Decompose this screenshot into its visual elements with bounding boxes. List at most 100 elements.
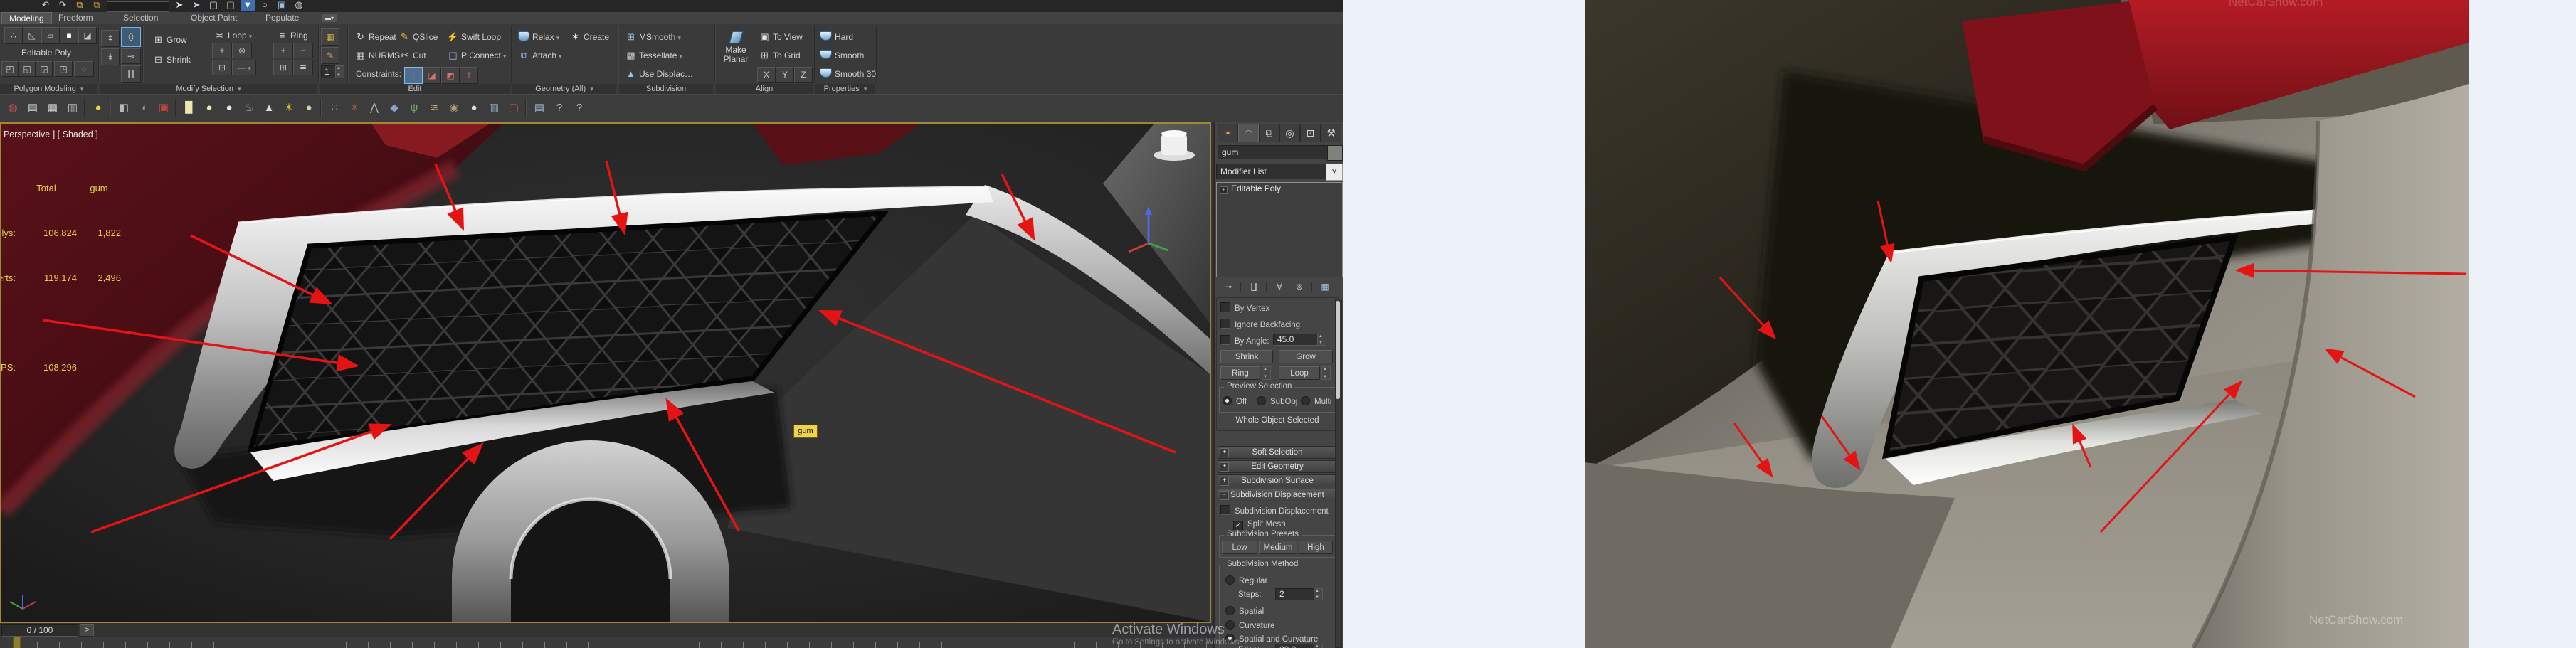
tab-modify-icon[interactable]: ◠ — [1238, 124, 1259, 142]
render-presets-icon[interactable]: ▥ — [64, 100, 81, 117]
soft-selection-glow-icon[interactable]: ◌ — [74, 61, 94, 77]
show-end-result-button[interactable]: ∐ — [1245, 280, 1263, 294]
p-connect-button[interactable]: ◫ P Connect ▾ — [447, 48, 506, 63]
chart-icon[interactable]: ▥ — [485, 100, 502, 117]
cut-button[interactable]: ✂ Cut — [398, 48, 426, 63]
swift-loop-button[interactable]: ⚡ Swift Loop — [447, 30, 501, 44]
balloons-icon[interactable]: ✳ — [346, 100, 363, 117]
loop-button[interactable]: ≍ Loop ▾ — [213, 28, 252, 43]
track-bar[interactable] — [0, 637, 1211, 648]
steps-spinner[interactable] — [1314, 588, 1323, 600]
align-y-button[interactable]: Y — [776, 67, 794, 83]
teapot-icon[interactable]: ♨ — [241, 100, 258, 117]
preview-subobj-radio[interactable]: SubObj — [1257, 396, 1297, 408]
fur-icon[interactable]: ◉ — [445, 100, 463, 117]
constraint-normal-icon[interactable]: ↥ — [460, 67, 478, 84]
ring-mode-icon[interactable]: ≣ — [293, 60, 313, 75]
msmooth-button[interactable]: ⊞ MSmooth ▾ — [625, 30, 681, 44]
smooth-button[interactable]: Smooth — [820, 48, 864, 63]
tab-utilities-icon[interactable]: ⚒ — [1321, 124, 1341, 142]
pin-stack-button[interactable]: ⊸ — [1219, 280, 1237, 294]
relax-button[interactable]: Relax ▾ — [518, 30, 559, 44]
sun-icon[interactable]: ☀ — [280, 100, 297, 117]
grow-button[interactable]: ⊞ Grow — [152, 33, 187, 47]
tab-object-paint[interactable]: Object Paint — [184, 12, 244, 24]
by-angle-checkbox[interactable]: By Angle: — [1220, 335, 1269, 347]
scale-tool-icon[interactable]: ▣ — [275, 0, 289, 11]
panel-scrollbar[interactable] — [1335, 299, 1342, 648]
vertex-subobject-icon[interactable]: ∴ — [4, 27, 23, 44]
align-z-button[interactable]: Z — [794, 67, 813, 83]
panel-scrollbar-thumb[interactable] — [1336, 301, 1340, 399]
help-icon[interactable]: ? — [551, 100, 568, 117]
configure-modifier-sets-button[interactable]: ▦ — [1316, 280, 1334, 294]
lock-selection-icon[interactable]: ▦ — [321, 28, 339, 46]
stack-item-editable-poly[interactable]: + Editable Poly — [1217, 183, 1342, 195]
panel-label-subdivision[interactable]: Subdivision — [619, 84, 713, 94]
ring-button-panel[interactable]: Ring — [1220, 366, 1260, 380]
tab-hierarchy-icon[interactable]: ⧉ — [1259, 124, 1279, 142]
dot-ring-icon[interactable]: ⊞ — [273, 60, 293, 75]
tab-display-icon[interactable]: ⊡ — [1300, 124, 1321, 142]
object-name-field[interactable]: gum — [1218, 145, 1328, 159]
to-view-button[interactable]: ▣ To View — [759, 30, 802, 44]
smooth-30-button[interactable]: Smooth 30 — [820, 67, 876, 81]
selection-filter-field[interactable] — [107, 1, 169, 12]
sphere-icon[interactable]: ● — [465, 100, 482, 117]
rendered-frame-icon[interactable]: ▦ — [44, 100, 61, 117]
tab-modeling[interactable]: Modeling — [1, 12, 52, 25]
panel-label-polygon-modeling[interactable]: Polygon Modeling ▾ — [0, 84, 97, 94]
ring-shrink-icon[interactable]: − — [293, 43, 313, 58]
ref-coord-icon[interactable]: ◍ — [292, 0, 306, 11]
panel-label-properties[interactable]: Properties ▾ — [815, 84, 875, 94]
to-grid-button[interactable]: ⊞ To Grid — [759, 48, 801, 63]
rain-particles-icon[interactable]: ⁙ — [326, 100, 343, 117]
material-editor-icon[interactable]: ◍ — [4, 100, 21, 117]
window-crossing-icon[interactable]: ▢ — [223, 0, 238, 11]
link-icon[interactable]: ⧉ — [73, 0, 87, 11]
constraint-none-icon[interactable]: ⊥ — [404, 67, 423, 84]
subdivision-displacement-checkbox[interactable]: Subdivision Displacement — [1220, 505, 1329, 517]
modifier-stack[interactable]: + Editable Poly — [1216, 182, 1343, 277]
grow-button-panel[interactable]: Grow — [1279, 350, 1333, 363]
tessellate-button[interactable]: ▩ Tessellate ▾ — [625, 48, 682, 63]
select-object-icon[interactable]: ➤ — [172, 0, 186, 11]
ring-grow-icon[interactable]: + — [273, 43, 293, 58]
unlink-icon[interactable]: ⧉ — [90, 0, 104, 11]
object-color-swatch[interactable] — [1327, 145, 1343, 161]
ring-spinner[interactable] — [1262, 366, 1271, 380]
edge-spinner[interactable] — [1314, 644, 1323, 648]
rollout-subdivision-displacement[interactable]: - Subdivision Displacement — [1218, 489, 1337, 501]
steps-field[interactable]: 2 — [1275, 588, 1316, 600]
rock-icon[interactable]: ◆ — [386, 100, 403, 117]
show-end-result-lamp-icon[interactable]: ⬯ — [121, 27, 141, 47]
cone-icon[interactable]: ▲ — [260, 100, 278, 117]
qslice-button[interactable]: ✎ QSlice — [398, 30, 438, 44]
preset-low-button[interactable]: Low — [1222, 541, 1257, 554]
region-render-icon[interactable]: ▢ — [505, 100, 522, 117]
move-tool-icon[interactable]: ▼ — [241, 0, 255, 11]
flask-icon[interactable]: ∐ — [121, 65, 141, 83]
rollout-edit-geometry[interactable]: + Edit Geometry — [1218, 460, 1337, 473]
constraint-face-icon[interactable]: ◩ — [441, 67, 460, 84]
by-vertex-checkbox[interactable]: By Vertex — [1220, 302, 1269, 314]
schematic-list-icon[interactable]: ▤ — [531, 100, 548, 117]
select-region-icon[interactable]: ▢ — [206, 0, 221, 11]
modify-mode-icon[interactable]: ◰ — [1, 61, 19, 77]
ring-button[interactable]: ≡ Ring — [276, 28, 308, 43]
antenna-icon[interactable]: ⋀ — [366, 100, 383, 117]
tutorials-help-icon[interactable]: ? — [571, 100, 588, 117]
polygon-subobject-icon[interactable]: ■ — [60, 27, 78, 44]
hard-button[interactable]: Hard — [820, 30, 853, 44]
frame-marker[interactable] — [13, 637, 21, 648]
select-mode-icon[interactable]: ◲ — [36, 61, 53, 77]
loop-grow-icon[interactable]: + — [212, 43, 232, 58]
constraint-edge-icon[interactable]: ◪ — [423, 67, 441, 84]
loop-button-panel[interactable]: Loop — [1279, 366, 1320, 380]
egg-icon[interactable]: ● — [300, 100, 317, 117]
create-button[interactable]: ✶ Create — [569, 30, 609, 44]
preset-medium-button[interactable]: Medium — [1259, 541, 1297, 554]
shrink-button-panel[interactable]: Shrink — [1220, 350, 1273, 363]
shrink-button[interactable]: ⊟ Shrink — [152, 53, 191, 67]
paint-size-spinner[interactable] — [335, 65, 344, 78]
